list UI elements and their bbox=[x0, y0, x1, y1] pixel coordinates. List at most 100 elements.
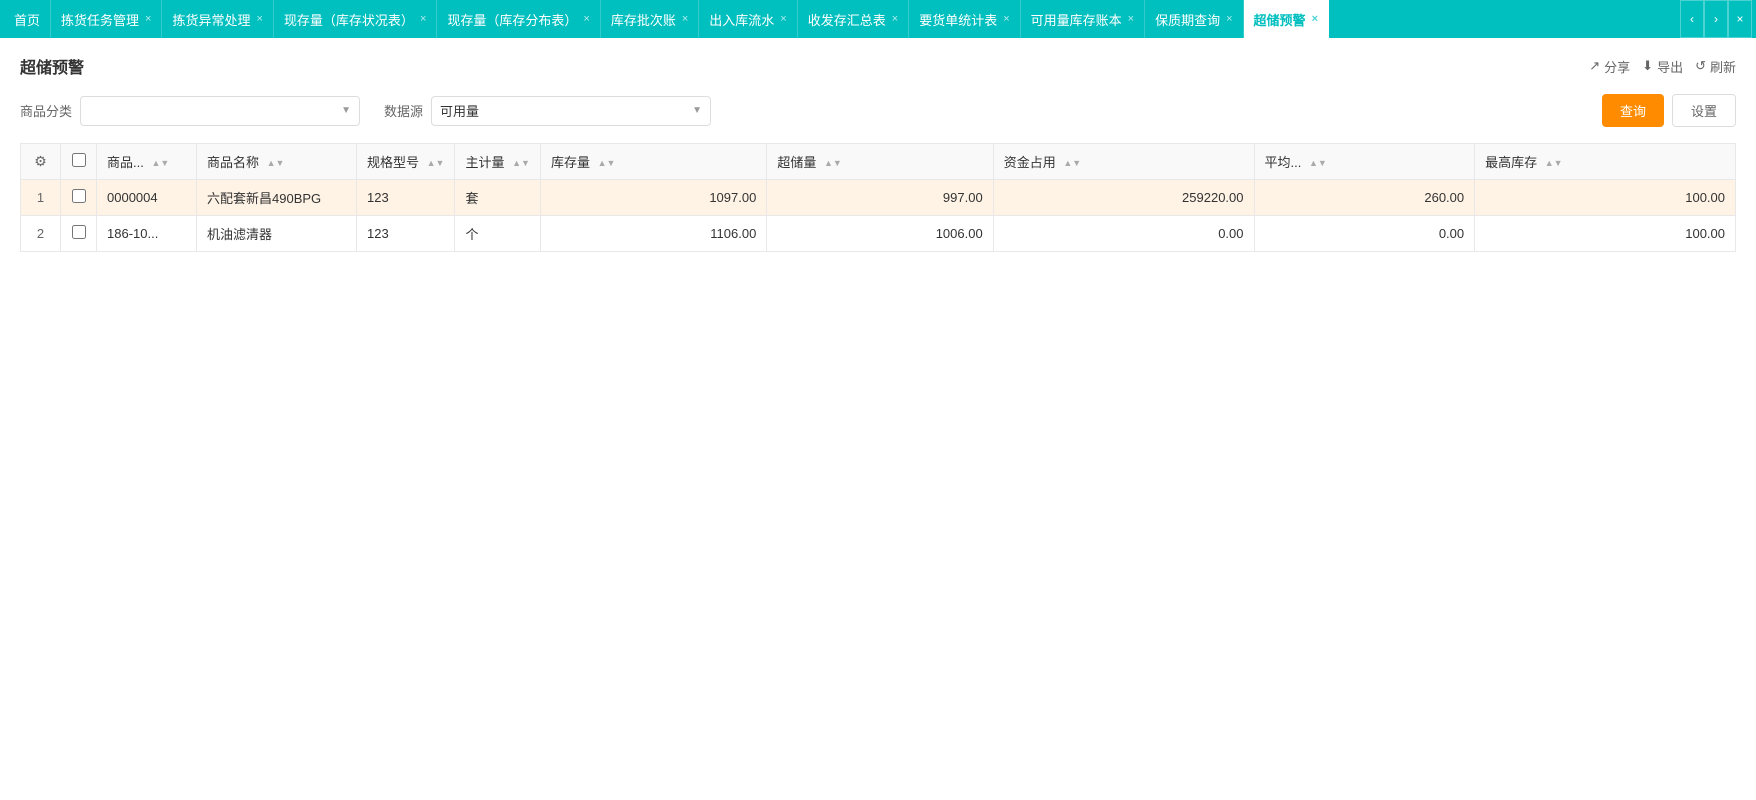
share-icon: ↗ bbox=[1589, 58, 1600, 74]
header-actions: ↗ 分享 ⬇ 导出 ↺ 刷新 bbox=[1589, 57, 1736, 76]
sort-icon: ▲▼ bbox=[1063, 159, 1081, 168]
table-row: 1 0000004 六配套新昌490BPG 123 套 1097.00 997.… bbox=[21, 180, 1736, 216]
sort-icon: ▲▼ bbox=[151, 159, 169, 168]
gear-icon[interactable]: ⚙ bbox=[33, 154, 49, 170]
settings-button[interactable]: 设置 bbox=[1672, 94, 1736, 127]
nav-prev-button[interactable]: ‹ bbox=[1680, 0, 1704, 38]
nav-item-available[interactable]: 可用量库存账本 × bbox=[1021, 0, 1145, 38]
select-all-checkbox[interactable] bbox=[72, 153, 86, 167]
header-gear[interactable]: ⚙ bbox=[21, 144, 61, 180]
nav-item-home[interactable]: 首页 bbox=[4, 0, 51, 38]
row-num-2: 2 bbox=[21, 216, 61, 252]
sort-icon: ▲▼ bbox=[1545, 159, 1563, 168]
filter-buttons: 查询 设置 bbox=[1602, 94, 1736, 127]
data-table: ⚙ 商品... ▲▼ 商品名称 ▲▼ 规格型号 ▲▼ 主计 bbox=[20, 143, 1736, 252]
export-button[interactable]: ⬇ 导出 bbox=[1642, 57, 1683, 76]
row-capital-1: 259220.00 bbox=[993, 180, 1254, 216]
nav-item-task[interactable]: 拣货任务管理 × bbox=[51, 0, 162, 38]
row-select-checkbox[interactable] bbox=[72, 189, 86, 203]
row-spec-1: 123 bbox=[357, 180, 455, 216]
row-product-name-1: 六配套新昌490BPG bbox=[197, 180, 357, 216]
row-checkbox-1[interactable] bbox=[61, 180, 97, 216]
row-num-1: 1 bbox=[21, 180, 61, 216]
close-icon[interactable]: × bbox=[420, 13, 426, 25]
row-overstock-2: 1006.00 bbox=[767, 216, 993, 252]
close-icon[interactable]: × bbox=[1312, 13, 1318, 25]
nav-item-exception[interactable]: 拣货异常处理 × bbox=[162, 0, 273, 38]
header-stock[interactable]: 库存量 ▲▼ bbox=[540, 144, 766, 180]
datasource-filter: 数据源 可用量 ▼ bbox=[384, 96, 711, 126]
table-header-row: ⚙ 商品... ▲▼ 商品名称 ▲▼ 规格型号 ▲▼ 主计 bbox=[21, 144, 1736, 180]
header-overstock[interactable]: 超储量 ▲▼ bbox=[767, 144, 993, 180]
page-container: 超储预警 ↗ 分享 ⬇ 导出 ↺ 刷新 商品分类 ▼ 数据源 bbox=[0, 38, 1756, 800]
row-select-checkbox[interactable] bbox=[72, 225, 86, 239]
sort-icon: ▲▼ bbox=[267, 159, 285, 168]
row-avg-2: 0.00 bbox=[1254, 216, 1475, 252]
close-icon[interactable]: × bbox=[780, 13, 786, 25]
row-stock-2: 1106.00 bbox=[540, 216, 766, 252]
table-row: 2 186-10... 机油滤清器 123 个 1106.00 1006.00 … bbox=[21, 216, 1736, 252]
row-product-id-1: 0000004 bbox=[97, 180, 197, 216]
header-max-stock[interactable]: 最高库存 ▲▼ bbox=[1475, 144, 1736, 180]
row-stock-1: 1097.00 bbox=[540, 180, 766, 216]
row-max-stock-1: 100.00 bbox=[1475, 180, 1736, 216]
row-avg-1: 260.00 bbox=[1254, 180, 1475, 216]
nav-item-batch[interactable]: 库存批次账 × bbox=[601, 0, 699, 38]
header-capital[interactable]: 资金占用 ▲▼ bbox=[993, 144, 1254, 180]
page-header: 超储预警 ↗ 分享 ⬇ 导出 ↺ 刷新 bbox=[20, 54, 1736, 78]
chevron-down-icon: ▼ bbox=[341, 105, 351, 116]
share-button[interactable]: ↗ 分享 bbox=[1589, 57, 1630, 76]
row-max-stock-2: 100.00 bbox=[1475, 216, 1736, 252]
row-unit-1: 套 bbox=[455, 180, 540, 216]
refresh-icon: ↺ bbox=[1695, 58, 1706, 74]
close-icon[interactable]: × bbox=[1128, 13, 1134, 25]
close-icon[interactable]: × bbox=[1226, 13, 1232, 25]
sort-icon: ▲▼ bbox=[427, 159, 445, 168]
header-unit[interactable]: 主计量 ▲▼ bbox=[455, 144, 540, 180]
nav-item-order-stats[interactable]: 要货单统计表 × bbox=[909, 0, 1020, 38]
row-product-name-2: 机油滤清器 bbox=[197, 216, 357, 252]
category-select[interactable]: ▼ bbox=[80, 96, 360, 126]
close-icon[interactable]: × bbox=[682, 13, 688, 25]
sort-icon: ▲▼ bbox=[1309, 159, 1327, 168]
nav-next-button[interactable]: › bbox=[1704, 0, 1728, 38]
close-icon[interactable]: × bbox=[1003, 13, 1009, 25]
query-button[interactable]: 查询 bbox=[1602, 94, 1664, 127]
datasource-select[interactable]: 可用量 ▼ bbox=[431, 96, 711, 126]
header-spec[interactable]: 规格型号 ▲▼ bbox=[357, 144, 455, 180]
close-icon[interactable]: × bbox=[583, 13, 589, 25]
refresh-button[interactable]: ↺ 刷新 bbox=[1695, 57, 1736, 76]
sort-icon: ▲▼ bbox=[598, 159, 616, 168]
row-overstock-1: 997.00 bbox=[767, 180, 993, 216]
row-unit-2: 个 bbox=[455, 216, 540, 252]
row-checkbox-2[interactable] bbox=[61, 216, 97, 252]
nav-item-stock-status[interactable]: 现存量（库存状况表） × bbox=[274, 0, 437, 38]
row-product-id-2: 186-10... bbox=[97, 216, 197, 252]
header-avg[interactable]: 平均... ▲▼ bbox=[1254, 144, 1475, 180]
close-icon[interactable]: × bbox=[892, 13, 898, 25]
nav-item-flow[interactable]: 出入库流水 × bbox=[699, 0, 797, 38]
nav-item-expiry[interactable]: 保质期查询 × bbox=[1145, 0, 1243, 38]
page-title: 超储预警 bbox=[20, 54, 84, 78]
close-icon[interactable]: × bbox=[256, 13, 262, 25]
row-spec-2: 123 bbox=[357, 216, 455, 252]
chevron-down-icon: ▼ bbox=[692, 105, 702, 116]
datasource-value: 可用量 bbox=[440, 101, 479, 120]
top-nav: 首页 拣货任务管理 × 拣货异常处理 × 现存量（库存状况表） × 现存量（库存… bbox=[0, 0, 1756, 38]
nav-item-summary[interactable]: 收发存汇总表 × bbox=[798, 0, 909, 38]
nav-arrows: ‹ › × bbox=[1680, 0, 1752, 38]
sort-icon: ▲▼ bbox=[824, 159, 842, 168]
export-icon: ⬇ bbox=[1642, 58, 1653, 74]
category-filter: 商品分类 ▼ bbox=[20, 96, 360, 126]
row-capital-2: 0.00 bbox=[993, 216, 1254, 252]
header-product-name[interactable]: 商品名称 ▲▼ bbox=[197, 144, 357, 180]
nav-close-button[interactable]: × bbox=[1728, 0, 1752, 38]
close-icon[interactable]: × bbox=[145, 13, 151, 25]
nav-item-stock-dist[interactable]: 现存量（库存分布表） × bbox=[437, 0, 600, 38]
header-product-id[interactable]: 商品... ▲▼ bbox=[97, 144, 197, 180]
datasource-label: 数据源 bbox=[384, 101, 423, 120]
nav-item-overstock[interactable]: 超储预警 × bbox=[1244, 0, 1329, 38]
header-checkbox[interactable] bbox=[61, 144, 97, 180]
category-label: 商品分类 bbox=[20, 101, 72, 120]
sort-icon: ▲▼ bbox=[512, 159, 530, 168]
